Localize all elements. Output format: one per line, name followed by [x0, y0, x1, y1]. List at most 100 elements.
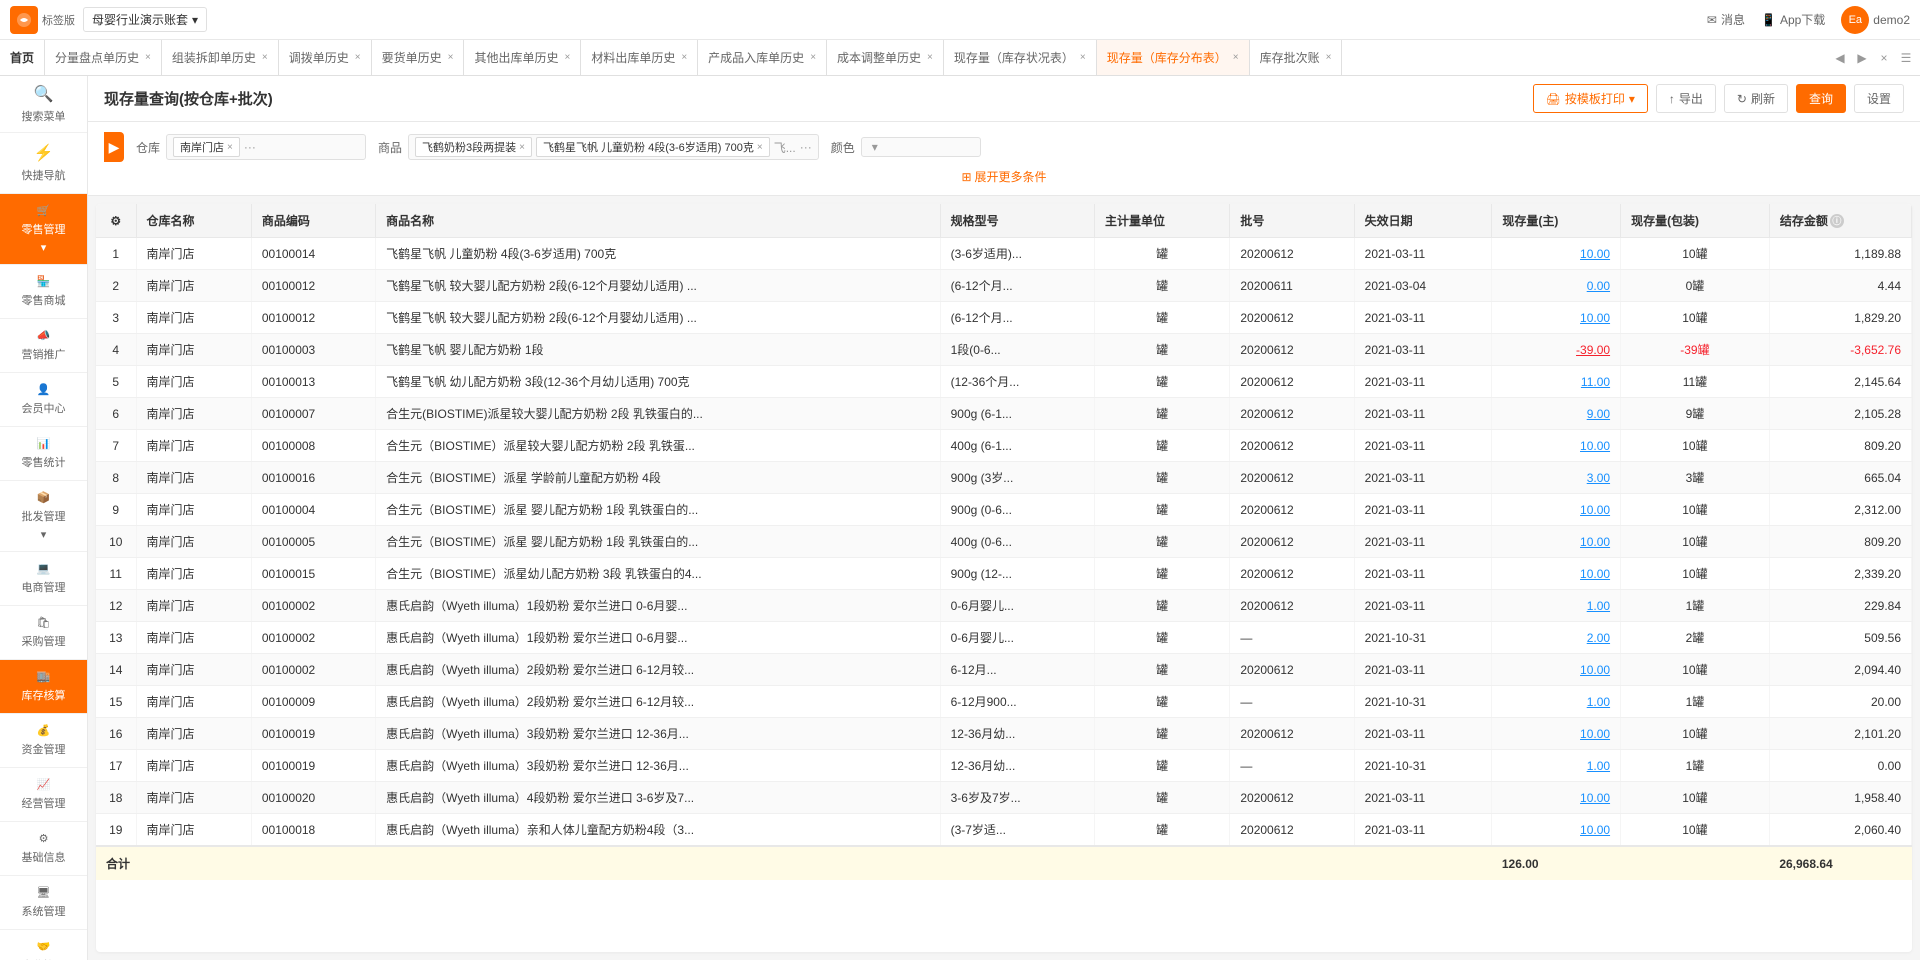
- close-icon[interactable]: ×: [1233, 52, 1239, 63]
- sidebar-item-system[interactable]: 🖥 系统管理: [0, 876, 87, 930]
- row-code: 00100013: [251, 366, 375, 398]
- close-icon[interactable]: ×: [262, 52, 268, 63]
- tab-其他出库单历史[interactable]: 其他出库单历史×: [464, 40, 581, 76]
- industry-select[interactable]: 母婴行业演示账套 ▾: [83, 7, 207, 32]
- user-area[interactable]: Ea demo2: [1841, 6, 1910, 34]
- row-expiry: 2021-03-04: [1354, 270, 1492, 302]
- row-spec: 12-36月幼...: [940, 750, 1094, 782]
- tab-home[interactable]: 首页: [0, 40, 45, 76]
- tab-组装拆卸单历史[interactable]: 组装拆卸单历史×: [162, 40, 279, 76]
- tab-分量盘点单历史[interactable]: 分量盘点单历史×: [45, 40, 162, 76]
- row-qty: 11.00: [1492, 366, 1621, 398]
- sidebar-item-wholesale[interactable]: 📦 批发管理 ▾: [0, 481, 87, 552]
- close-icon[interactable]: ×: [1326, 52, 1332, 63]
- sidebar-item-retail-stats[interactable]: 📊 零售统计: [0, 427, 87, 481]
- tab-menu-btn[interactable]: ☰: [1896, 48, 1916, 68]
- goods-more-dots[interactable]: 飞...: [774, 139, 796, 156]
- warehouse-tag-close[interactable]: ×: [227, 142, 233, 153]
- retail-label: 零售管理: [22, 221, 66, 237]
- tab-成本调整单历史[interactable]: 成本调整单历史×: [827, 40, 944, 76]
- row-warehouse: 南岸门店: [136, 686, 251, 718]
- sidebar-search[interactable]: 🔍 搜索菜单: [0, 76, 87, 133]
- table-row: 18 南岸门店 00100020 惠氏启韵（Wyeth illuma）4段奶粉 …: [96, 782, 1912, 814]
- goods-tag-group[interactable]: 飞鹤奶粉3段两提装 × 飞鹤星飞帆 儿童奶粉 4段(3-6岁适用) 700克 ×…: [408, 134, 819, 160]
- row-qty: 1.00: [1492, 750, 1621, 782]
- color-tag-group[interactable]: ▾: [861, 137, 981, 157]
- close-icon[interactable]: ×: [145, 52, 151, 63]
- refresh-btn[interactable]: ↻ 刷新: [1724, 84, 1788, 113]
- row-warehouse: 南岸门店: [136, 334, 251, 366]
- tab-库存分布表[interactable]: 现存量（库存分布表）×: [1097, 40, 1250, 76]
- col-batch: 批号: [1230, 204, 1354, 238]
- tab-材料出库单历史[interactable]: 材料出库单历史×: [581, 40, 698, 76]
- close-icon[interactable]: ×: [810, 52, 816, 63]
- warehouse-more-dots[interactable]: ···: [244, 140, 256, 154]
- row-warehouse: 南岸门店: [136, 366, 251, 398]
- close-icon[interactable]: ×: [681, 52, 687, 63]
- close-icon[interactable]: ×: [448, 52, 454, 63]
- goods-extra-dots[interactable]: ···: [800, 140, 812, 154]
- tab-prev-btn[interactable]: ◀: [1830, 48, 1850, 68]
- row-pkg-qty: 10罐: [1621, 494, 1770, 526]
- col-qty-pkg: 现存量(包装): [1621, 204, 1770, 238]
- goods-tag-1: 飞鹤奶粉3段两提装 ×: [415, 137, 532, 157]
- warehouse-tag-group[interactable]: 南岸门店 × ···: [166, 134, 366, 160]
- sidebar-item-basic[interactable]: ⚙ 基础信息: [0, 822, 87, 876]
- row-spec: 400g (0-6...: [940, 526, 1094, 558]
- tab-要货单历史[interactable]: 要货单历史×: [372, 40, 465, 76]
- close-icon[interactable]: ×: [355, 52, 361, 63]
- retail-icon: 🛒: [37, 204, 51, 217]
- row-qty: 3.00: [1492, 462, 1621, 494]
- row-unit: 罐: [1094, 526, 1229, 558]
- col-settings[interactable]: ⚙: [96, 204, 136, 238]
- sidebar-item-business[interactable]: 📈 经营管理: [0, 768, 87, 822]
- query-btn[interactable]: 查询: [1796, 84, 1846, 113]
- filter-toggle-btn[interactable]: ▶: [104, 132, 124, 162]
- row-batch: 20200612: [1230, 398, 1354, 430]
- close-icon[interactable]: ×: [564, 52, 570, 63]
- app-download-btn[interactable]: 📱 App下载: [1761, 11, 1825, 28]
- close-icon[interactable]: ×: [1080, 52, 1086, 63]
- row-batch: 20200612: [1230, 558, 1354, 590]
- sidebar-item-finance[interactable]: 💰 资金管理: [0, 714, 87, 768]
- row-unit: 罐: [1094, 622, 1229, 654]
- sidebar-quicknav[interactable]: ⚡ 快捷导航: [0, 133, 87, 194]
- sidebar-item-retail-mall[interactable]: 🏪 零售商城: [0, 265, 87, 319]
- table-header-row: ⚙ 仓库名称 商品编码 商品名称 规格型号 主计量单位 批号 失效日期 现存量(…: [96, 204, 1912, 238]
- sidebar-item-member[interactable]: 👤 会员中心: [0, 373, 87, 427]
- sidebar-item-ecommerce[interactable]: 💻 电商管理: [0, 552, 87, 606]
- col-name: 商品名称: [376, 204, 940, 238]
- tab-close-btn[interactable]: ×: [1874, 48, 1894, 68]
- sidebar-item-purchase[interactable]: 🛍 采购管理: [0, 606, 87, 660]
- print-btn[interactable]: 🖨 按模板打印 ▾: [1533, 84, 1648, 113]
- row-pkg-qty: 1罐: [1621, 590, 1770, 622]
- row-spec: 1段(0-6...: [940, 334, 1094, 366]
- goods-tag-2-close[interactable]: ×: [757, 142, 763, 153]
- close-icon[interactable]: ×: [927, 52, 933, 63]
- row-pkg-qty: 1罐: [1621, 750, 1770, 782]
- color-dropdown-icon[interactable]: ▾: [872, 140, 878, 154]
- finance-icon: 💰: [37, 724, 51, 737]
- message-btn[interactable]: ✉ 消息: [1707, 11, 1745, 28]
- sidebar-item-inventory[interactable]: 🏬 库存核算: [0, 660, 87, 714]
- table-row: 11 南岸门店 00100015 合生元（BIOSTIME）派星幼儿配方奶粉 3…: [96, 558, 1912, 590]
- tab-库存批次账[interactable]: 库存批次账×: [1250, 40, 1343, 76]
- goods-tag-1-close[interactable]: ×: [519, 142, 525, 153]
- tab-调拨单历史[interactable]: 调拨单历史×: [279, 40, 372, 76]
- amount-info-icon[interactable]: ⓘ: [1830, 214, 1844, 228]
- setting-btn[interactable]: 设置: [1854, 84, 1904, 113]
- sidebar-item-corp[interactable]: 🤝 企业协同: [0, 930, 87, 960]
- tab-产成品入库单历史[interactable]: 产成品入库单历史×: [698, 40, 827, 76]
- row-spec: (6-12个月...: [940, 302, 1094, 334]
- table-row: 17 南岸门店 00100019 惠氏启韵（Wyeth illuma）3段奶粉 …: [96, 750, 1912, 782]
- tab-next-btn[interactable]: ▶: [1852, 48, 1872, 68]
- tab-库存状况表[interactable]: 现存量（库存状况表）×: [944, 40, 1097, 76]
- export-btn[interactable]: ↑ 导出: [1656, 84, 1716, 113]
- sidebar-item-retail-mgmt[interactable]: 🛒 零售管理 ▾: [0, 194, 87, 265]
- row-qty: 10.00: [1492, 494, 1621, 526]
- sidebar-item-marketing[interactable]: 📣 营销推广: [0, 319, 87, 373]
- row-warehouse: 南岸门店: [136, 782, 251, 814]
- expand-conditions-btn[interactable]: ⊞ 展开更多条件: [961, 168, 1046, 185]
- footer-total-amount: 26,968.64: [1769, 846, 1911, 880]
- row-pkg-qty: 10罐: [1621, 718, 1770, 750]
